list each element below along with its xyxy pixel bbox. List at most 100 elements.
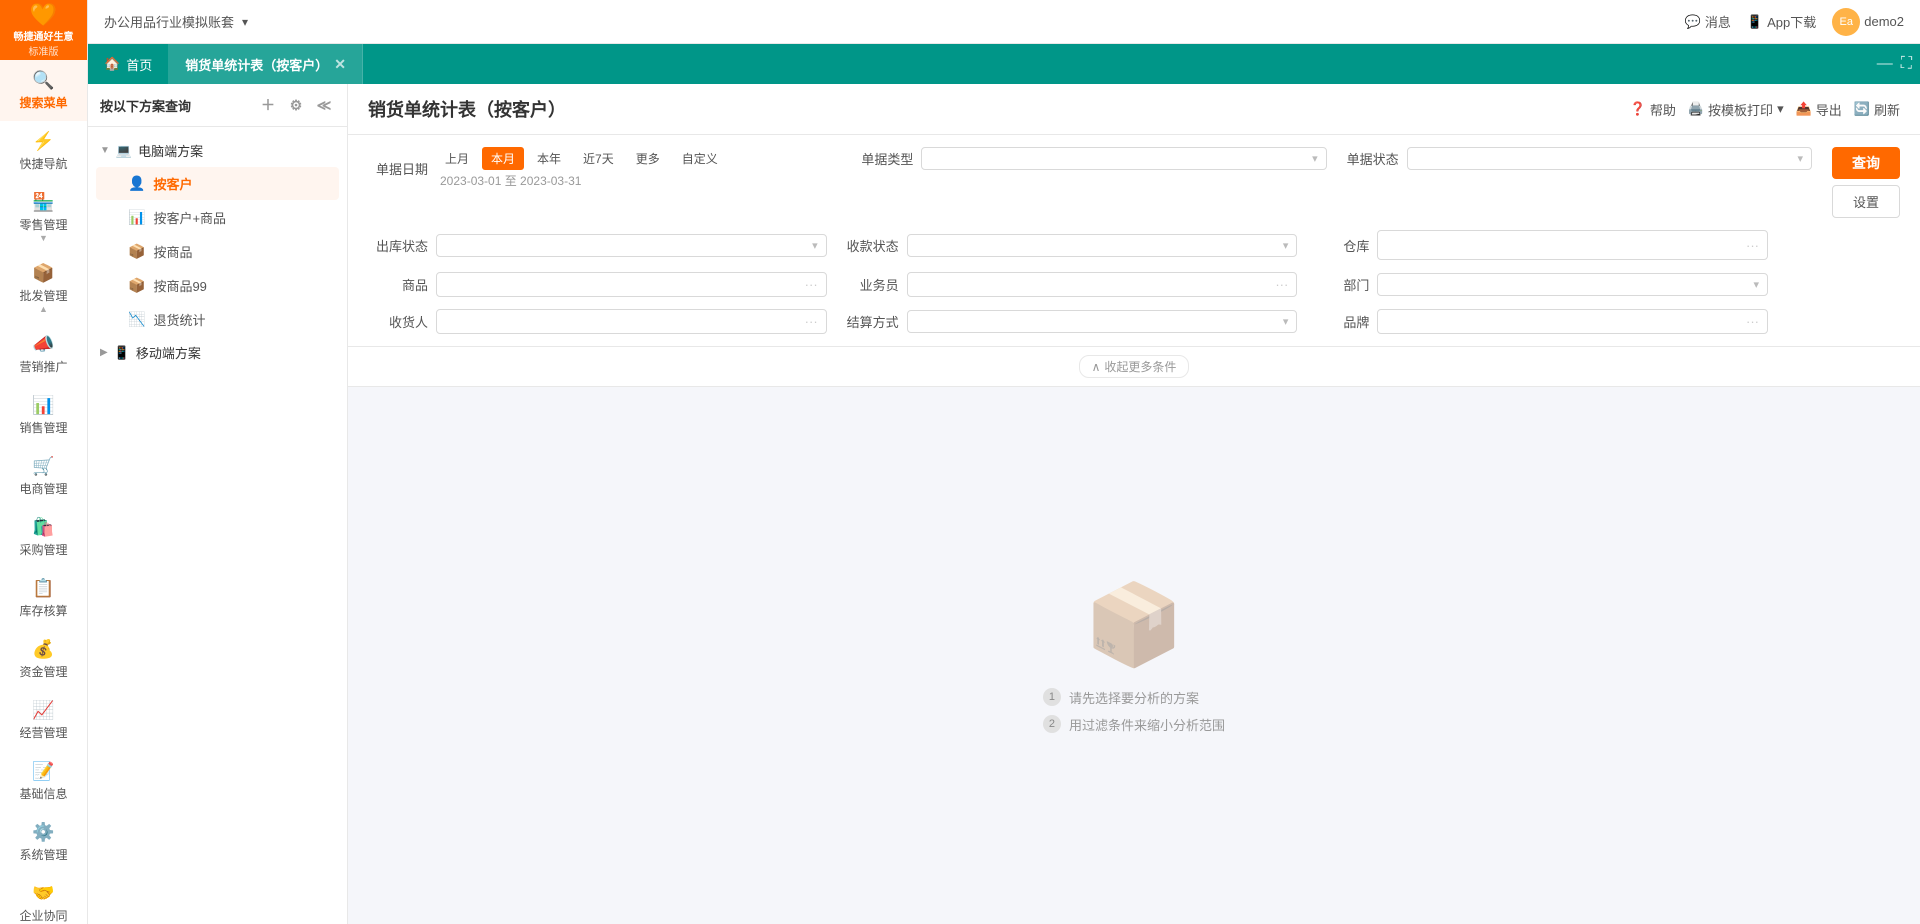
export-btn[interactable]: 📤 导出 xyxy=(1796,100,1842,119)
pc-folder-icon: 💻 xyxy=(116,143,132,159)
warehouse-dots: ··· xyxy=(1746,238,1759,253)
industry-dropdown-icon[interactable]: ▾ xyxy=(242,15,248,29)
sidebar-label-ecommerce: 电商管理 xyxy=(19,480,67,497)
sidebar-item-search[interactable]: 🔍 搜索菜单 xyxy=(0,60,88,121)
doc-type-arrow: ▾ xyxy=(1312,152,1318,165)
tab-home[interactable]: 🏠 首页 xyxy=(88,44,169,84)
receiver-input[interactable]: ··· xyxy=(436,309,827,334)
tab-sales-stat[interactable]: 销货单统计表（按客户） ✕ xyxy=(169,44,363,84)
settings-button[interactable]: 设置 xyxy=(1832,185,1900,218)
logo-text: 畅捷通好生意 xyxy=(14,28,74,43)
sidebar-label-inventory: 库存核算 xyxy=(19,602,67,619)
date-tab-this-month[interactable]: 本月 xyxy=(482,147,524,170)
date-tab-custom[interactable]: 自定义 xyxy=(673,147,727,170)
scheme-group-pc-header[interactable]: ▼ 💻 电脑端方案 xyxy=(88,135,347,166)
dept-select[interactable]: ▾ xyxy=(1377,273,1768,296)
dept-label: 部门 xyxy=(1309,275,1369,294)
date-tab-more[interactable]: 更多 xyxy=(627,147,669,170)
quicknav-icon: ⚡ xyxy=(32,131,54,152)
sidebar-item-system[interactable]: ⚙️ 系统管理 xyxy=(0,812,88,873)
scheme-item-by-goods[interactable]: 📦 按商品 xyxy=(96,235,339,268)
empty-state: 📦 1 请先选择要分析的方案 2 用过滤条件来缩小分析范围 xyxy=(348,387,1920,924)
doc-status-select[interactable]: ▾ xyxy=(1407,147,1812,170)
pc-group-label: 电脑端方案 xyxy=(138,141,203,160)
refresh-btn[interactable]: 🔄 刷新 xyxy=(1854,100,1900,119)
add-scheme-btn[interactable]: ＋ xyxy=(257,94,279,116)
scheme-item-by-goods-99[interactable]: 📦 按商品99 xyxy=(96,269,339,302)
scheme-group-mobile-header[interactable]: ▶ 📱 移动端方案 xyxy=(88,337,347,368)
settlement-select[interactable]: ▾ xyxy=(907,310,1298,333)
sidebar-item-retail[interactable]: 🏪 零售管理 ▼ xyxy=(0,182,88,253)
date-tab-last-month[interactable]: 上月 xyxy=(436,147,478,170)
settlement-label: 结算方式 xyxy=(839,312,899,331)
sidebar-item-operations[interactable]: 📈 经营管理 xyxy=(0,690,88,751)
doc-status-label: 单据状态 xyxy=(1339,149,1399,168)
sidebar-item-quick-nav[interactable]: ⚡ 快捷导航 xyxy=(0,121,88,182)
sidebar-item-wholesale[interactable]: 📦 批发管理 ▲ xyxy=(0,253,88,324)
sidebar-label-quicknav: 快捷导航 xyxy=(19,155,67,172)
warehouse-input[interactable]: ··· xyxy=(1377,230,1768,260)
template-print-btn[interactable]: 🖨️ 按模板打印 ▾ xyxy=(1688,100,1784,119)
payment-status-select[interactable]: ▾ xyxy=(907,234,1298,257)
settings-icon: ⚙ xyxy=(290,97,303,114)
wholesale-icon: 📦 xyxy=(32,263,54,284)
sidebar-item-sales[interactable]: 📊 销售管理 xyxy=(0,385,88,446)
tab-close-btn[interactable]: ✕ xyxy=(334,56,346,73)
doc-status-arrow: ▾ xyxy=(1797,152,1803,165)
sidebar-label-wholesale: 批发管理 xyxy=(19,287,67,304)
collapse-panel-btn[interactable]: ≪ xyxy=(313,94,335,116)
by-goods-99-icon: 📦 xyxy=(128,277,145,294)
collapse-icon: ≪ xyxy=(317,97,332,114)
ecommerce-icon: 🛒 xyxy=(32,456,54,477)
app-logo: 🧡 畅捷通好生意 标准版 xyxy=(0,0,88,60)
brand-input[interactable]: ··· xyxy=(1377,309,1768,334)
query-button[interactable]: 查询 xyxy=(1832,147,1900,179)
retail-icon: 🏪 xyxy=(32,192,54,213)
collapse-row: ∧ 收起更多条件 xyxy=(348,347,1920,387)
sidebar-item-enterprise[interactable]: 🤝 企业协同 xyxy=(0,873,88,924)
goods-dots: ··· xyxy=(805,277,818,292)
sidebar-item-finance[interactable]: 💰 资金管理 xyxy=(0,629,88,690)
out-status-select[interactable]: ▾ xyxy=(436,234,827,257)
sidebar-item-basic[interactable]: 📝 基础信息 xyxy=(0,751,88,812)
sidebar: 🧡 畅捷通好生意 标准版 🔍 搜索菜单 ⚡ 快捷导航 🏪 零售管理 ▼ 📦 批发… xyxy=(0,0,88,924)
sidebar-label-enterprise: 企业协同 xyxy=(19,907,67,924)
sidebar-item-marketing[interactable]: 📣 营销推广 xyxy=(0,324,88,385)
goods-input[interactable]: ··· xyxy=(436,272,827,297)
help-label: 帮助 xyxy=(1650,100,1676,119)
salesperson-input[interactable]: ··· xyxy=(907,272,1298,297)
retail-arrow: ▼ xyxy=(39,233,48,243)
sidebar-item-inventory[interactable]: 📋 库存核算 xyxy=(0,568,88,629)
tab-maximize-btn[interactable]: ⛶ xyxy=(1901,55,1912,73)
sidebar-item-ecommerce[interactable]: 🛒 电商管理 xyxy=(0,446,88,507)
messages-btn[interactable]: 💬 消息 xyxy=(1685,12,1731,31)
avatar: Ea xyxy=(1832,8,1860,36)
scheme-item-by-customer[interactable]: 👤 按客户 xyxy=(96,167,339,200)
tabbar-actions: — ⛶ xyxy=(1877,44,1920,84)
sidebar-item-purchase[interactable]: 🛍️ 采购管理 xyxy=(0,507,88,568)
empty-tips: 1 请先选择要分析的方案 2 用过滤条件来缩小分析范围 xyxy=(1043,688,1225,734)
by-goods-icon: 📦 xyxy=(128,243,145,260)
date-tab-7days[interactable]: 近7天 xyxy=(574,147,623,170)
search-icon: 🔍 xyxy=(32,70,54,91)
left-panel-actions: ＋ ⚙ ≪ xyxy=(257,94,335,116)
mobile-folder-icon: 📱 xyxy=(114,345,130,361)
doc-type-select[interactable]: ▾ xyxy=(921,147,1326,170)
sidebar-label-finance: 资金管理 xyxy=(19,663,67,680)
date-tab-this-year[interactable]: 本年 xyxy=(528,147,570,170)
home-icon: 🏠 xyxy=(104,56,120,72)
help-btn[interactable]: ❓ 帮助 xyxy=(1630,100,1676,119)
left-panel-header: 按以下方案查询 ＋ ⚙ ≪ xyxy=(88,84,347,127)
scheme-item-by-customer-goods[interactable]: 📊 按客户+商品 xyxy=(96,201,339,234)
user-profile[interactable]: Ea demo2 xyxy=(1832,8,1904,36)
refresh-label: 刷新 xyxy=(1874,100,1900,119)
refund-stat-label: 退货统计 xyxy=(153,310,205,329)
app-download-btn[interactable]: 📱 App下载 xyxy=(1747,12,1816,31)
settings-scheme-btn[interactable]: ⚙ xyxy=(285,94,307,116)
add-icon: ＋ xyxy=(261,95,275,115)
collapse-conditions-btn[interactable]: ∧ 收起更多条件 xyxy=(1079,355,1190,378)
tab-minimize-btn[interactable]: — xyxy=(1877,55,1893,73)
export-label: 导出 xyxy=(1816,100,1842,119)
collapse-label: 收起更多条件 xyxy=(1104,358,1176,375)
scheme-item-refund-stat[interactable]: 📉 退货统计 xyxy=(96,303,339,336)
